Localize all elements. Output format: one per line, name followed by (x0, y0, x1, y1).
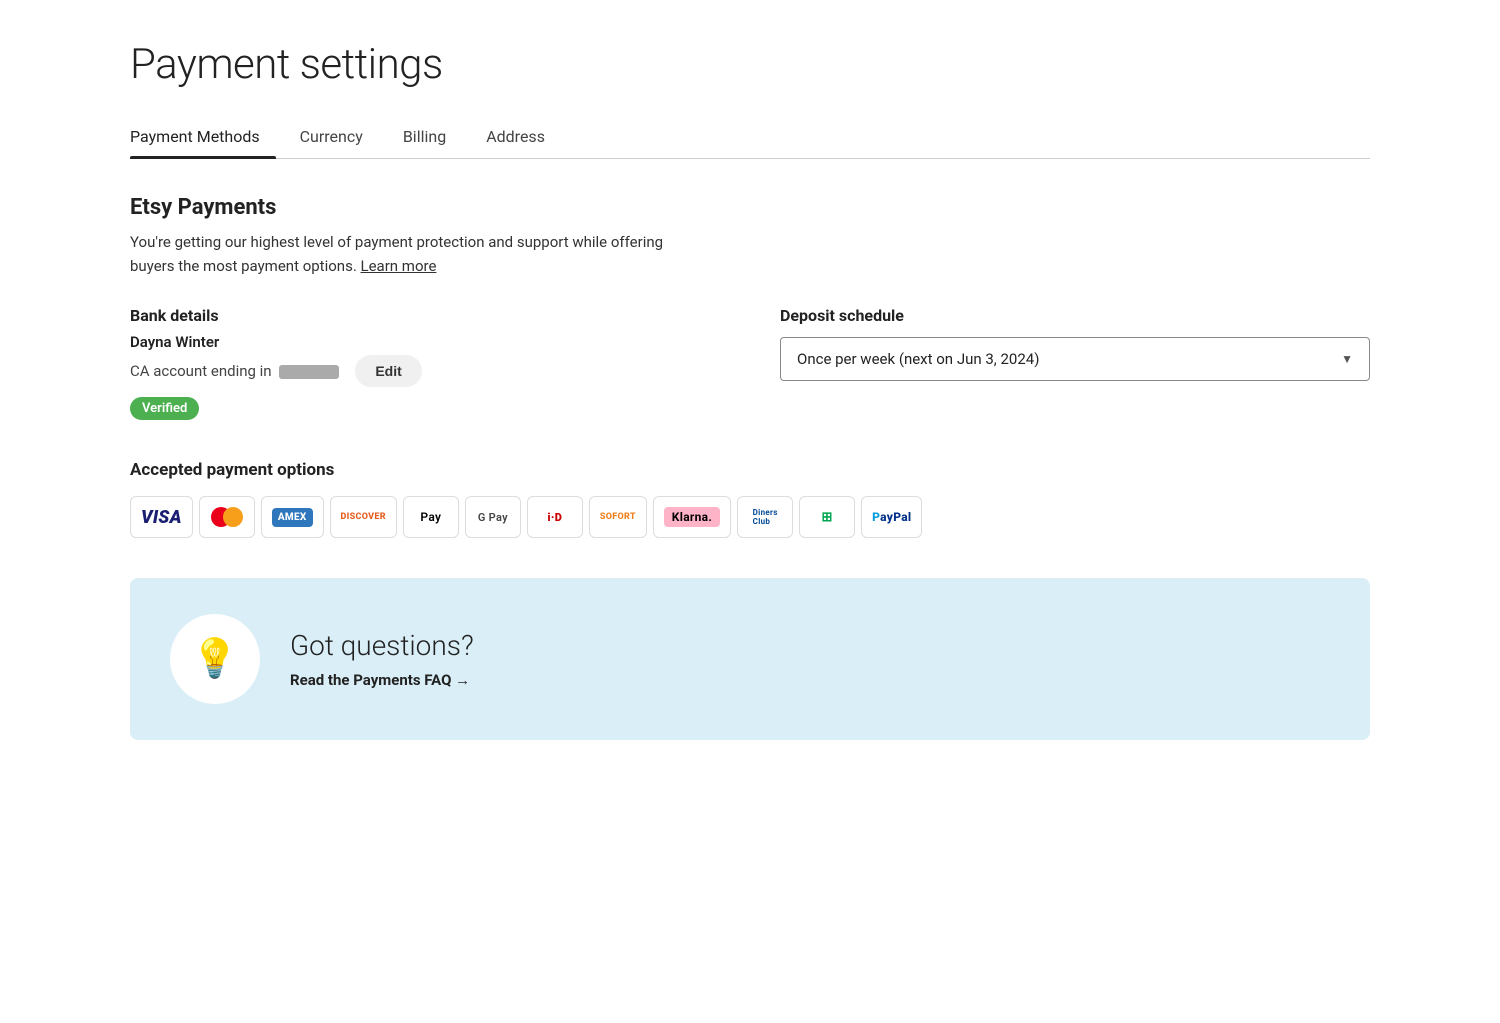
accepted-payment-options-heading: Accepted payment options (130, 460, 1370, 480)
bank-details-col: Bank details Dayna Winter CA account end… (130, 306, 720, 420)
amex-logo: AMEX (272, 508, 313, 527)
page-container: Payment settings Payment Methods Currenc… (100, 0, 1400, 800)
payment-icon-klarna: Klarna. (653, 496, 731, 538)
faq-content: Got questions? Read the Payments FAQ → (290, 629, 474, 689)
multibanco-logo: ⊞ (822, 510, 833, 525)
tab-billing[interactable]: Billing (403, 117, 462, 158)
bank-details-heading: Bank details (130, 306, 720, 325)
etsy-payments-desc-line2: buyers the most payment options. (130, 257, 357, 275)
faq-icon-circle: 💡 (170, 614, 260, 704)
tab-payment-methods[interactable]: Payment Methods (130, 117, 276, 158)
accepted-payment-options-section: Accepted payment options VISA AMEX (130, 460, 1370, 538)
payment-icon-mastercard (199, 496, 255, 538)
payment-icon-discover: DISCOVER (330, 496, 397, 538)
payment-icon-paypal: PayPal (861, 496, 922, 538)
edit-bank-button[interactable]: Edit (355, 355, 421, 387)
faq-link[interactable]: Read the Payments FAQ → (290, 671, 470, 689)
faq-section: 💡 Got questions? Read the Payments FAQ → (130, 578, 1370, 740)
visa-logo: VISA (141, 507, 182, 528)
account-number-text: CA account ending in (130, 362, 339, 380)
payment-icons-row: VISA AMEX DISCOVER (130, 496, 1370, 538)
applepay-logo: Pay (420, 510, 441, 524)
page-title: Payment settings (130, 40, 1370, 89)
etsy-payments-heading: Etsy Payments (130, 195, 1370, 220)
verified-badge: Verified (130, 397, 199, 420)
paypal-logo: PayPal (872, 510, 911, 524)
payment-icon-sofort: SOFORT (589, 496, 647, 538)
account-holder-name: Dayna Winter (130, 333, 720, 351)
payment-icon-amex: AMEX (261, 496, 324, 538)
deposit-schedule-heading: Deposit schedule (780, 306, 1370, 325)
faq-heading: Got questions? (290, 629, 474, 662)
tab-currency[interactable]: Currency (300, 117, 379, 158)
diners-logo: DinersClub (753, 508, 778, 526)
etsy-payments-desc: You're getting our highest level of paym… (130, 230, 1370, 278)
account-prefix: CA account ending in (130, 362, 272, 380)
deposit-schedule-dropdown[interactable]: Once per week (next on Jun 3, 2024) ▼ (780, 337, 1370, 381)
account-number-row: CA account ending in Edit (130, 355, 720, 387)
etsy-payments-section: Etsy Payments You're getting our highest… (130, 195, 1370, 538)
klarna-logo: Klarna. (664, 507, 720, 527)
learn-more-link[interactable]: Learn more (361, 257, 437, 275)
mastercard-logo (211, 507, 243, 527)
discover-logo: DISCOVER (341, 512, 386, 522)
payment-icon-diners: DinersClub (737, 496, 793, 538)
payment-icon-ideal: i·D (527, 496, 583, 538)
ideal-logo: i·D (548, 511, 563, 524)
mc-right-circle (223, 507, 243, 527)
etsy-payments-desc-line1: You're getting our highest level of paym… (130, 233, 663, 251)
payment-icon-googlepay: G Pay (465, 496, 521, 538)
deposit-schedule-value: Once per week (next on Jun 3, 2024) (797, 350, 1039, 368)
sofort-logo: SOFORT (600, 512, 636, 522)
payment-icon-applepay: Pay (403, 496, 459, 538)
deposit-col: Deposit schedule Once per week (next on … (780, 306, 1370, 381)
payment-icon-multibanco: ⊞ (799, 496, 855, 538)
tab-address[interactable]: Address (486, 117, 561, 158)
chevron-down-icon: ▼ (1341, 352, 1353, 366)
payment-icon-visa: VISA (130, 496, 193, 538)
tabs-bar: Payment Methods Currency Billing Address (130, 117, 1370, 159)
bank-deposit-row: Bank details Dayna Winter CA account end… (130, 306, 1370, 420)
googlepay-logo: G Pay (478, 511, 508, 524)
account-number-blurred (279, 365, 339, 379)
faq-icon: 💡 (191, 637, 238, 681)
